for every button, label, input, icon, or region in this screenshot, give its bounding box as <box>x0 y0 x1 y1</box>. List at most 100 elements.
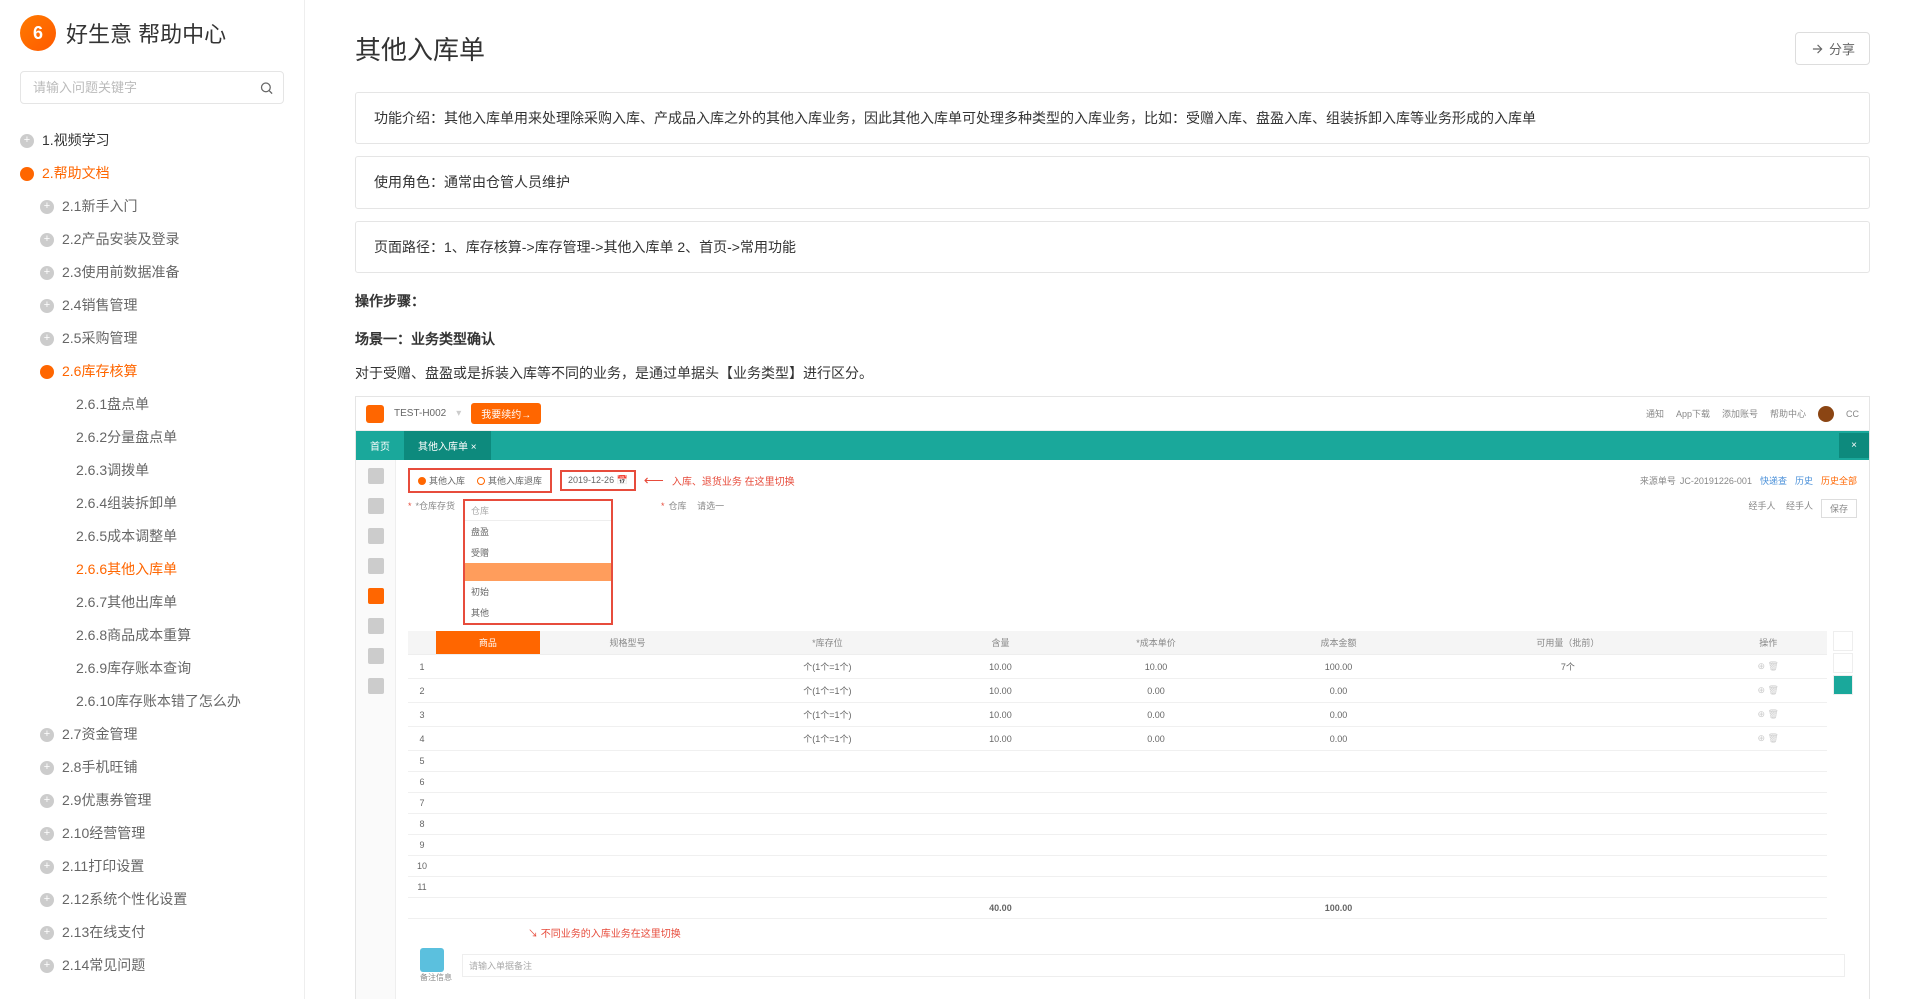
nav-label: 2.12系统个性化设置 <box>62 889 187 910</box>
ss-th-qty: 含量 <box>940 631 1062 655</box>
ss-field-ph: 经手人 <box>1786 499 1813 512</box>
nav-item-2-3[interactable]: +2.3使用前数据准备 <box>20 256 284 289</box>
nav-label: 2.9优惠券管理 <box>62 790 151 811</box>
nav-item-2-6-5[interactable]: 2.6.5成本调整单 <box>20 520 284 553</box>
ss-top-right: 通知 App下载 添加账号 帮助中心 CC <box>1646 406 1859 422</box>
nav-item-2-11[interactable]: +2.11打印设置 <box>20 850 284 883</box>
ss-tab-active: 其他入库单 × <box>404 431 491 460</box>
scene1-p1: 对于受赠、盘盈或是拆装入库等不同的业务，是通过单据头【业务类型】进行区分。 <box>355 361 1870 386</box>
ss-radio-in: 其他入库 <box>418 474 465 487</box>
nav-item-2-6-9[interactable]: 2.6.9库存账本查询 <box>20 652 284 685</box>
ss-help-icon: 帮助中心 <box>1770 407 1806 420</box>
ss-side-icon <box>368 678 384 694</box>
nav-item-2-6[interactable]: −2.6库存核算 <box>20 355 284 388</box>
ss-warehouse-hint: *仓库 请选一 <box>661 499 724 512</box>
ss-row-top: 其他入库 其他入库退库 2019-12-26 📅 ⟵ 入库、退货业务 在这里切换… <box>408 468 1857 493</box>
panel-label: 页面路径： <box>374 239 444 255</box>
nav-item-2-6-6[interactable]: 2.6.6其他入库单 <box>20 553 284 586</box>
ss-annotation-2-text: 不同业务的入库业务在这里切换 <box>541 929 681 940</box>
minus-icon: − <box>20 167 34 181</box>
ss-note-label: 备注信息 <box>420 972 452 983</box>
ss-note-icon <box>420 948 444 972</box>
ss-avatar-icon <box>1818 406 1834 422</box>
ss-dd-item: 盘盈 <box>465 521 611 542</box>
nav-item-2-6-4[interactable]: 2.6.4组装拆卸单 <box>20 487 284 520</box>
ss-username: CC <box>1846 409 1859 419</box>
nav-item-2-14[interactable]: +2.14常见问题 <box>20 949 284 982</box>
plus-icon: + <box>40 332 54 346</box>
ss-side-icon <box>368 528 384 544</box>
nav-item-video[interactable]: +1.视频学习 <box>20 124 284 157</box>
plus-icon: + <box>40 827 54 841</box>
ss-th-op: 操作 <box>1709 631 1827 655</box>
ss-radio-box: 其他入库 其他入库退库 <box>408 468 552 493</box>
ss-date: 2019-12-26 <box>568 475 614 485</box>
ss-side-icon <box>368 468 384 484</box>
search-input[interactable] <box>20 71 284 104</box>
nav-item-2-1[interactable]: +2.1新手入门 <box>20 190 284 223</box>
radio-dot-icon <box>418 477 426 485</box>
plus-icon: + <box>40 860 54 874</box>
nav-label: 2.2产品安装及登录 <box>62 229 179 250</box>
nav-tree: +1.视频学习 −2.帮助文档 +2.1新手入门 +2.2产品安装及登录 +2.… <box>20 124 284 982</box>
plus-icon: + <box>20 134 34 148</box>
nav-item-docs[interactable]: −2.帮助文档 <box>20 157 284 190</box>
plus-icon: + <box>40 299 54 313</box>
ss-body: 其他入库 其他入库退库 2019-12-26 📅 ⟵ 入库、退货业务 在这里切换… <box>356 460 1869 999</box>
ss-table-row: 3个(1个=1个)10.000.000.00⊕ 🗑 <box>408 703 1827 727</box>
plus-icon: + <box>40 926 54 940</box>
ss-hist-link: 历史 <box>1795 474 1813 487</box>
nav-label: 2.6.6其他入库单 <box>76 559 177 580</box>
nav-item-2-6-2[interactable]: 2.6.2分量盘点单 <box>20 421 284 454</box>
search-icon <box>259 80 274 95</box>
ss-fast-link: 快递查 <box>1760 474 1787 487</box>
ss-docno: 来源单号 JC-20191226-001 <box>1640 474 1752 487</box>
ss-add-icon: 添加账号 <box>1722 407 1758 420</box>
ss-dd-item: 初始 <box>465 581 611 602</box>
nav-item-2-9[interactable]: +2.9优惠券管理 <box>20 784 284 817</box>
ss-side-icon <box>368 618 384 634</box>
app-title: 好生意 帮助中心 <box>66 17 226 49</box>
nav-label: 2.6库存核算 <box>62 361 137 382</box>
ss-th-cost: *成本单价 <box>1061 631 1250 655</box>
nav-item-2-6-8[interactable]: 2.6.8商品成本重算 <box>20 619 284 652</box>
nav-label: 2.4销售管理 <box>62 295 137 316</box>
share-button[interactable]: 分享 <box>1795 32 1870 65</box>
ss-sum-amount: 100.00 <box>1251 898 1427 919</box>
ss-docno-value: JC-20191226-001 <box>1680 476 1752 486</box>
nav-item-2-5[interactable]: +2.5采购管理 <box>20 322 284 355</box>
ss-side-icon <box>368 648 384 664</box>
nav-item-2-8[interactable]: +2.8手机旺铺 <box>20 751 284 784</box>
nav-item-2-2[interactable]: +2.2产品安装及登录 <box>20 223 284 256</box>
nav-item-2-6-3[interactable]: 2.6.3调拨单 <box>20 454 284 487</box>
nav-label: 2.帮助文档 <box>42 163 110 184</box>
ss-field-label: *仓库存货 <box>416 499 456 512</box>
nav-label: 2.10经营管理 <box>62 823 145 844</box>
ss-app-icon: App下载 <box>1676 407 1710 420</box>
scene1-title: 场景一：业务类型确认 <box>355 329 1870 349</box>
nav-item-2-10[interactable]: +2.10经营管理 <box>20 817 284 850</box>
ss-test-label: TEST-H002 <box>394 408 446 419</box>
search-box <box>20 71 284 104</box>
nav-item-2-6-1[interactable]: 2.6.1盘点单 <box>20 388 284 421</box>
ss-field-hint: 请选一 <box>697 499 724 512</box>
ss-th-stock: *库存位 <box>715 631 939 655</box>
share-label: 分享 <box>1829 39 1855 58</box>
nav-item-2-13[interactable]: +2.13在线支付 <box>20 916 284 949</box>
ss-sum-qty: 40.00 <box>940 898 1062 919</box>
nav-item-2-6-10[interactable]: 2.6.10库存账本错了怎么办 <box>20 685 284 718</box>
ss-tool-icon <box>1833 653 1853 673</box>
nav-label: 2.6.8商品成本重算 <box>76 625 191 646</box>
nav-item-2-4[interactable]: +2.4销售管理 <box>20 289 284 322</box>
nav-item-2-12[interactable]: +2.12系统个性化设置 <box>20 883 284 916</box>
nav-label: 2.3使用前数据准备 <box>62 262 179 283</box>
nav-label: 2.6.10库存账本错了怎么办 <box>76 691 241 712</box>
panel-label: 使用角色： <box>374 174 444 190</box>
nav-item-2-7[interactable]: +2.7资金管理 <box>20 718 284 751</box>
nav-label: 2.6.7其他出库单 <box>76 592 177 613</box>
panel-text: 1、库存核算->库存管理->其他入库单 2、首页->常用功能 <box>444 239 796 255</box>
ss-bell-icon: 通知 <box>1646 407 1664 420</box>
nav-label: 2.13在线支付 <box>62 922 145 943</box>
plus-icon: + <box>40 794 54 808</box>
nav-item-2-6-7[interactable]: 2.6.7其他出库单 <box>20 586 284 619</box>
